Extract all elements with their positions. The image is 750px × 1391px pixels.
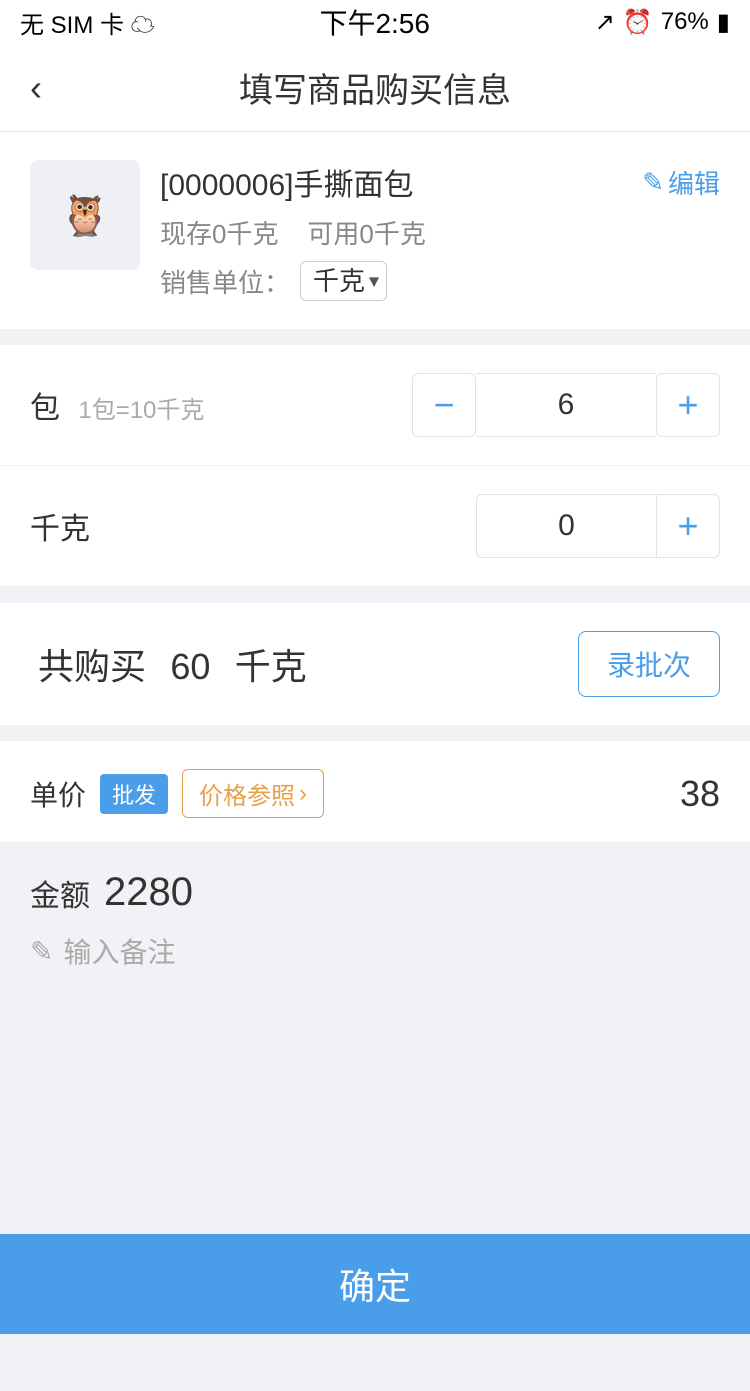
back-button[interactable]: ‹ bbox=[30, 67, 42, 109]
product-stock: 现存0千克 可用0千克 bbox=[160, 214, 720, 251]
total-amount: 60 bbox=[170, 646, 210, 687]
unit-select[interactable]: 千克 bbox=[300, 261, 387, 301]
total-section: 共购买 60 千克 录批次 bbox=[0, 603, 750, 725]
package-plus-button[interactable]: + bbox=[656, 373, 720, 437]
product-unit-row: 销售单位： 千克 bbox=[160, 261, 720, 301]
product-image: 🦉 bbox=[30, 160, 140, 270]
battery-label: 76% bbox=[661, 8, 709, 36]
kilogram-label: 千克 bbox=[30, 504, 476, 548]
confirm-bar[interactable]: 确定 bbox=[0, 1234, 750, 1334]
amount-section: 金额 2280 ✎ 输入备注 bbox=[0, 842, 750, 991]
unit-select-wrapper[interactable]: 千克 bbox=[300, 261, 387, 301]
stock-label: 现存0千克 bbox=[160, 219, 278, 249]
amount-label: 金额 bbox=[30, 871, 90, 915]
package-hint: 1包=10千克 bbox=[78, 397, 204, 424]
status-bar: 无 SIM 卡 ☁ 下午2:56 ↗ ⏰ 76% ▮ bbox=[0, 0, 750, 44]
nav-bar: ‹ 填写商品购买信息 bbox=[0, 44, 750, 132]
edit-button[interactable]: ✎ 编辑 bbox=[642, 164, 720, 201]
product-info: [0000006]手撕面包 ✎ 编辑 现存0千克 可用0千克 销售单位： 千克 bbox=[160, 160, 720, 301]
price-ref-arrow-icon: › bbox=[299, 780, 307, 808]
amount-row: 金额 2280 bbox=[30, 870, 720, 915]
page-title: 填写商品购买信息 bbox=[239, 63, 511, 112]
product-name-row: [0000006]手撕面包 ✎ 编辑 bbox=[160, 160, 720, 204]
kilogram-row: 千克 + bbox=[0, 466, 750, 587]
product-section: 🦉 [0000006]手撕面包 ✎ 编辑 现存0千克 可用0千克 销售单位： 千… bbox=[0, 132, 750, 329]
price-ref-label: 价格参照 bbox=[199, 776, 295, 811]
available-label: 可用0千克 bbox=[307, 219, 425, 249]
package-label: 包 1包=10千克 bbox=[30, 383, 412, 427]
no-sim-label: 无 SIM 卡 ☁ bbox=[20, 5, 155, 40]
kilogram-quantity-input[interactable] bbox=[476, 494, 656, 558]
quantity-section: 包 1包=10千克 − + 千克 + bbox=[0, 345, 750, 587]
confirm-button-label: 确定 bbox=[339, 1258, 411, 1310]
status-time: 下午2:56 bbox=[319, 2, 430, 42]
remark-placeholder: 输入备注 bbox=[63, 931, 175, 971]
price-label: 单价 bbox=[30, 774, 86, 814]
package-quantity-control: − + bbox=[412, 373, 720, 437]
wholesale-badge: 批发 bbox=[100, 774, 168, 814]
unit-prefix-label: 销售单位： bbox=[160, 263, 290, 300]
status-right: ↗ ⏰ 76% ▮ bbox=[595, 8, 730, 37]
status-left: 无 SIM 卡 ☁ bbox=[20, 5, 155, 40]
package-minus-button[interactable]: − bbox=[412, 373, 476, 437]
edit-icon: ✎ bbox=[642, 167, 664, 198]
location-icon: ↗ bbox=[595, 8, 615, 37]
total-label: 共购买 60 千克 bbox=[30, 638, 315, 690]
product-name: [0000006]手撕面包 bbox=[160, 160, 413, 204]
kilogram-plus-button[interactable]: + bbox=[656, 494, 720, 558]
edit-label: 编辑 bbox=[668, 164, 720, 201]
total-prefix: 共购买 bbox=[38, 646, 146, 687]
kilogram-quantity-control: + bbox=[476, 494, 720, 558]
total-suffix: 千克 bbox=[235, 646, 307, 687]
remark-icon: ✎ bbox=[30, 935, 53, 968]
batch-button[interactable]: 录批次 bbox=[578, 631, 720, 697]
price-reference-button[interactable]: 价格参照 › bbox=[182, 769, 324, 818]
alarm-icon: ⏰ bbox=[623, 8, 653, 37]
package-quantity-input[interactable] bbox=[476, 373, 656, 437]
price-value: 38 bbox=[680, 773, 720, 815]
package-row: 包 1包=10千克 − + bbox=[0, 345, 750, 466]
price-section: 单价 批发 价格参照 › 38 bbox=[0, 741, 750, 842]
product-logo-icon: 🦉 bbox=[60, 192, 110, 239]
amount-value: 2280 bbox=[104, 870, 193, 915]
price-row: 单价 批发 价格参照 › 38 bbox=[30, 769, 720, 818]
remark-row[interactable]: ✎ 输入备注 bbox=[30, 931, 720, 971]
battery-icon: ▮ bbox=[717, 8, 730, 37]
